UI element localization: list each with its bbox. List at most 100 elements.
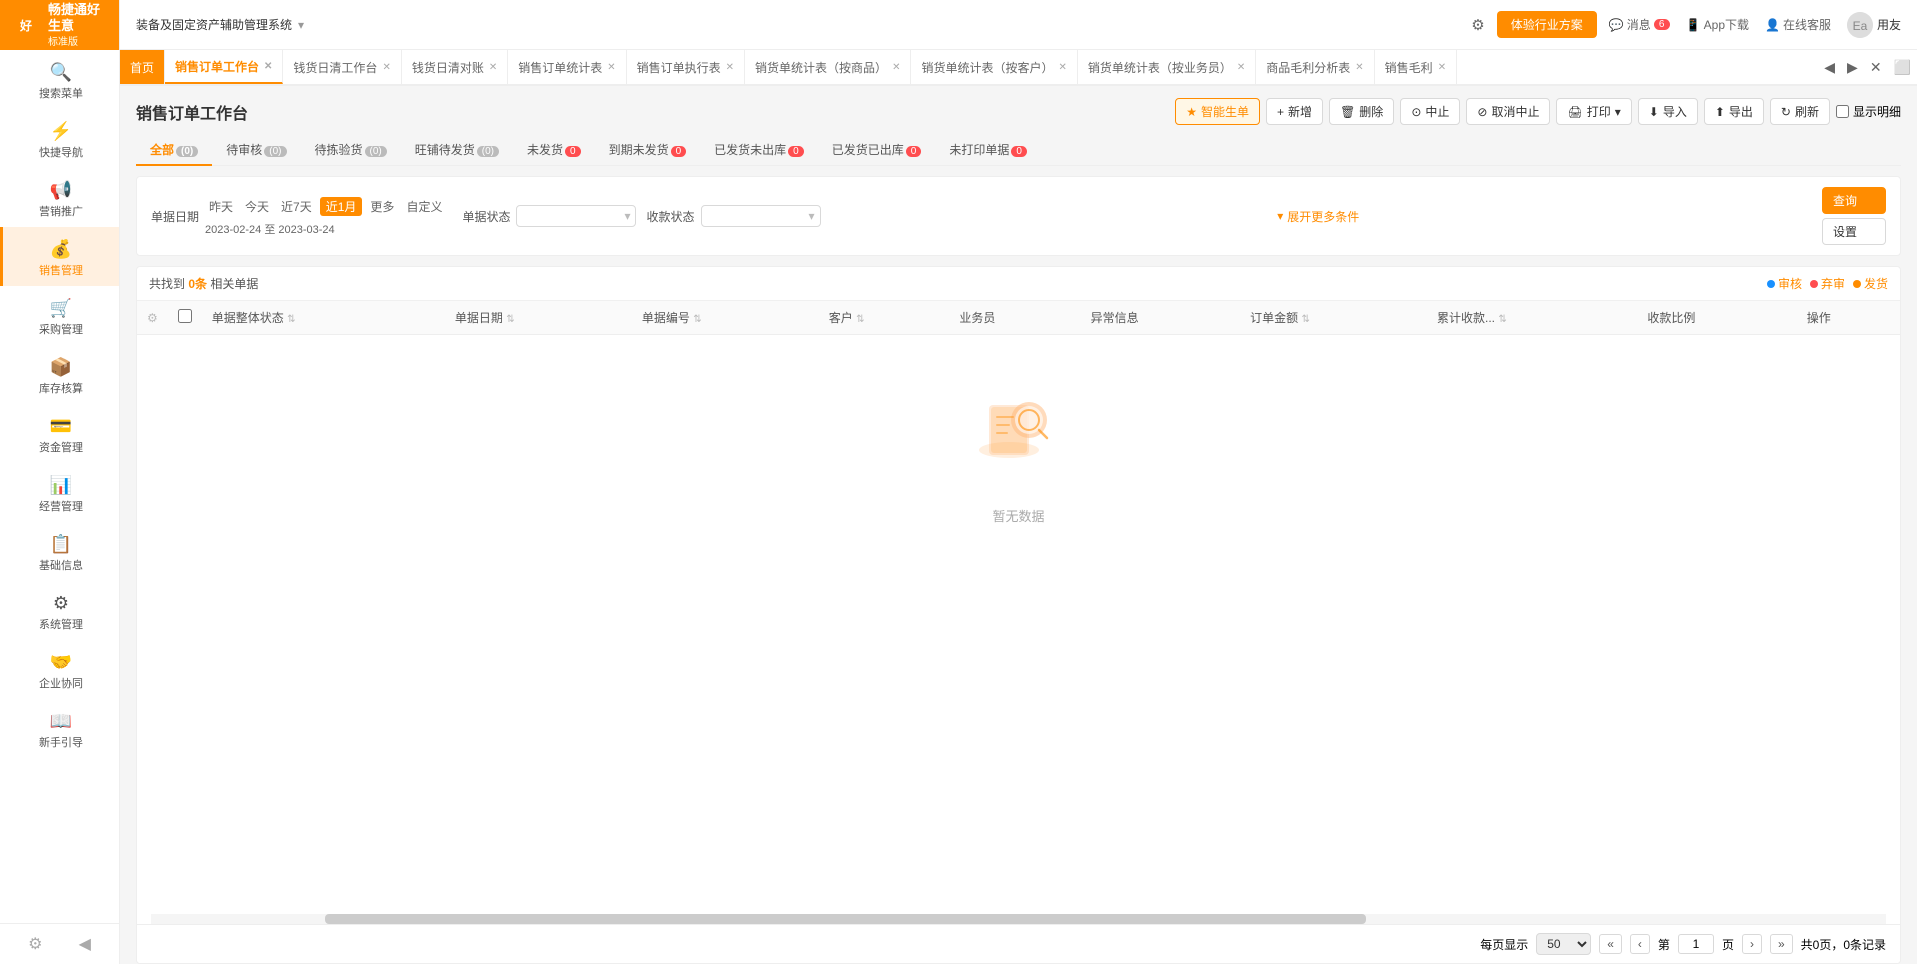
col-settings[interactable]: ⚙ (137, 301, 168, 335)
sidebar-item-enterprise[interactable]: 🤝 企业协同 (0, 640, 119, 699)
tab-close-cash-daily[interactable]: ✕ (382, 62, 390, 73)
industry-btn[interactable]: 体验行业方案 (1497, 11, 1597, 38)
tab-cash-reconcile[interactable]: 钱货日清对账 ✕ (402, 50, 508, 84)
sidebar-item-search[interactable]: 🔍 搜索菜单 (0, 50, 119, 109)
tab-sales-gross[interactable]: 销售毛利 ✕ (1375, 50, 1457, 84)
last-page-btn[interactable]: » (1770, 934, 1793, 954)
tab-close-sales-salesman[interactable]: ✕ (1237, 62, 1245, 73)
tab-sales-stats[interactable]: 销售订单统计表 ✕ (508, 50, 626, 84)
import-btn[interactable]: ⬇ 导入 (1638, 98, 1698, 125)
first-page-btn[interactable]: « (1599, 934, 1622, 954)
tab-close-sales-order[interactable]: ✕ (264, 61, 272, 72)
select-all-checkbox[interactable] (178, 309, 192, 323)
msg-btn[interactable]: 💬 消息 6 (1609, 16, 1670, 33)
tab-sales-exec[interactable]: 销售订单执行表 ✕ (627, 50, 745, 84)
sidebar-item-purchase[interactable]: 🛒 采购管理 (0, 286, 119, 345)
sidebar-item-finance[interactable]: 💳 资金管理 (0, 404, 119, 463)
shortcut-today[interactable]: 今天 (241, 196, 273, 217)
audit-btn[interactable]: 审核 (1767, 275, 1802, 292)
shortcut-more[interactable]: 更多 (366, 196, 398, 217)
tab-prev-btn[interactable]: ◀ (1818, 50, 1841, 84)
tab-close-sales-gross[interactable]: ✕ (1438, 62, 1446, 73)
settings-bottom-icon[interactable]: ⚙ (28, 934, 42, 954)
shortcut-custom[interactable]: 自定义 (402, 196, 446, 217)
subtab-overdue-unshipped[interactable]: 到期未发货0 (595, 135, 701, 166)
col-collected-sort[interactable]: ⇅ (1498, 314, 1506, 325)
subtab-unprinted[interactable]: 未打印单据0 (935, 135, 1041, 166)
tab-gross-profit[interactable]: 商品毛利分析表 ✕ (1256, 50, 1374, 84)
cancel-stop-btn[interactable]: ⊘ 取消中止 (1466, 98, 1550, 125)
tab-sales-order-workbench[interactable]: 销售订单工作台 ✕ (165, 50, 283, 84)
tab-next-btn[interactable]: ▶ (1841, 50, 1864, 84)
tab-maximize-btn[interactable]: ⬜ (1888, 50, 1917, 84)
refresh-btn[interactable]: ↻ 刷新 (1770, 98, 1830, 125)
horizontal-scrollbar[interactable] (151, 914, 1886, 924)
sidebar-item-system[interactable]: ⚙ 系统管理 (0, 581, 119, 640)
col-status-sort[interactable]: ⇅ (287, 314, 295, 325)
subtab-shipped-not-out[interactable]: 已发货未出库0 (700, 135, 818, 166)
sidebar-item-quicknav[interactable]: ⚡ 快捷导航 (0, 109, 119, 168)
smart-btn[interactable]: ★ 智能生单 (1175, 98, 1260, 125)
prev-page-btn[interactable]: ‹ (1630, 934, 1650, 954)
tab-cash-daily[interactable]: 钱货日清工作台 ✕ (283, 50, 401, 84)
col-customer-sort[interactable]: ⇅ (856, 314, 864, 325)
col-checkbox[interactable] (168, 301, 202, 335)
col-number-sort[interactable]: ⇅ (693, 314, 701, 325)
show-detail-checkbox[interactable] (1836, 105, 1849, 118)
show-detail-checkbox-label[interactable]: 显示明细 (1836, 103, 1901, 120)
tab-sales-salesman[interactable]: 销货单统计表（按业务员） ✕ (1078, 50, 1256, 84)
sidebar-item-marketing[interactable]: 📢 营销推广 (0, 168, 119, 227)
sidebar-item-sales[interactable]: 💰 销售管理 (0, 227, 119, 286)
topbar-settings-icon[interactable]: ⚙ (1471, 16, 1484, 34)
collapse-icon[interactable]: ◀ (79, 934, 91, 954)
subtab-pending-review[interactable]: 待审核(0) (212, 135, 300, 166)
filter-expand-btn[interactable]: ▾ 展开更多条件 (1277, 208, 1359, 225)
user-btn[interactable]: Ea 用友 (1847, 12, 1901, 38)
per-page-select[interactable]: 20 50 100 200 (1536, 933, 1591, 955)
tab-sales-customer[interactable]: 销货单统计表（按客户） ✕ (911, 50, 1077, 84)
subtab-pending-pick[interactable]: 待拣验货(0) (301, 135, 401, 166)
sidebar-item-operations[interactable]: 📊 经营管理 (0, 463, 119, 522)
col-amount-sort[interactable]: ⇅ (1301, 314, 1309, 325)
system-dropdown-icon[interactable]: ▾ (298, 18, 304, 32)
unaudit-btn[interactable]: 弃审 (1810, 275, 1845, 292)
subtab-unshipped[interactable]: 未发货0 (513, 135, 595, 166)
filter-status-select[interactable]: 待审核 已审核 (516, 205, 636, 227)
stop-btn[interactable]: ⊙ 中止 (1400, 98, 1460, 125)
scrollbar-thumb[interactable] (325, 914, 1366, 924)
app-download-btn[interactable]: 📱 App下载 (1686, 16, 1749, 33)
tab-close-sales-customer[interactable]: ✕ (1058, 62, 1066, 73)
sidebar-item-basic[interactable]: 📋 基础信息 (0, 522, 119, 581)
delete-btn[interactable]: 🗑 删除 (1329, 98, 1394, 125)
next-page-btn[interactable]: › (1742, 934, 1762, 954)
table-scroll[interactable]: ⚙ 单据整体状态 ⇅ 单据日期 ⇅ (137, 301, 1900, 914)
add-btn[interactable]: + 新增 (1266, 98, 1323, 125)
shortcut-1month[interactable]: 近1月 (320, 197, 363, 216)
sidebar-item-guide[interactable]: 📖 新手引导 (0, 699, 119, 758)
tab-close-sales-product[interactable]: ✕ (892, 62, 900, 73)
sidebar-item-inventory[interactable]: 📦 库存核算 (0, 345, 119, 404)
subtab-unshipped-count: 0 (565, 146, 581, 157)
page-input[interactable] (1678, 934, 1714, 954)
filter-payment-select[interactable]: 已收款 未收款 (701, 205, 821, 227)
tab-sales-product[interactable]: 销货单统计表（按商品） ✕ (745, 50, 911, 84)
query-btn[interactable]: 查询 (1822, 187, 1886, 214)
tab-home[interactable]: 首页 (120, 50, 165, 84)
ship-btn[interactable]: 发货 (1853, 275, 1888, 292)
shortcut-yesterday[interactable]: 昨天 (205, 196, 237, 217)
settings-filter-btn[interactable]: 设置 (1822, 218, 1886, 245)
online-service-btn[interactable]: 👤 在线客服 (1765, 16, 1831, 33)
tab-close-sales-stats[interactable]: ✕ (607, 62, 615, 73)
tab-close-cash-reconcile[interactable]: ✕ (489, 62, 497, 73)
export-btn[interactable]: ⬆ 导出 (1704, 98, 1764, 125)
subtab-all[interactable]: 全部(0) (136, 135, 212, 166)
print-btn[interactable]: 🖨 打印 ▾ (1556, 98, 1631, 125)
tab-close-gross-profit[interactable]: ✕ (1355, 62, 1363, 73)
tab-close-sales-exec[interactable]: ✕ (726, 62, 734, 73)
tab-close-all-btn[interactable]: ✕ (1864, 50, 1888, 84)
subtab-wangpu[interactable]: 旺铺待发货(0) (401, 135, 513, 166)
shortcut-7days[interactable]: 近7天 (277, 196, 316, 217)
subtab-shipped-out[interactable]: 已发货已出库0 (818, 135, 936, 166)
logo[interactable]: 好 畅捷通好生意 标准版 (0, 0, 119, 50)
col-date-sort[interactable]: ⇅ (506, 314, 514, 325)
